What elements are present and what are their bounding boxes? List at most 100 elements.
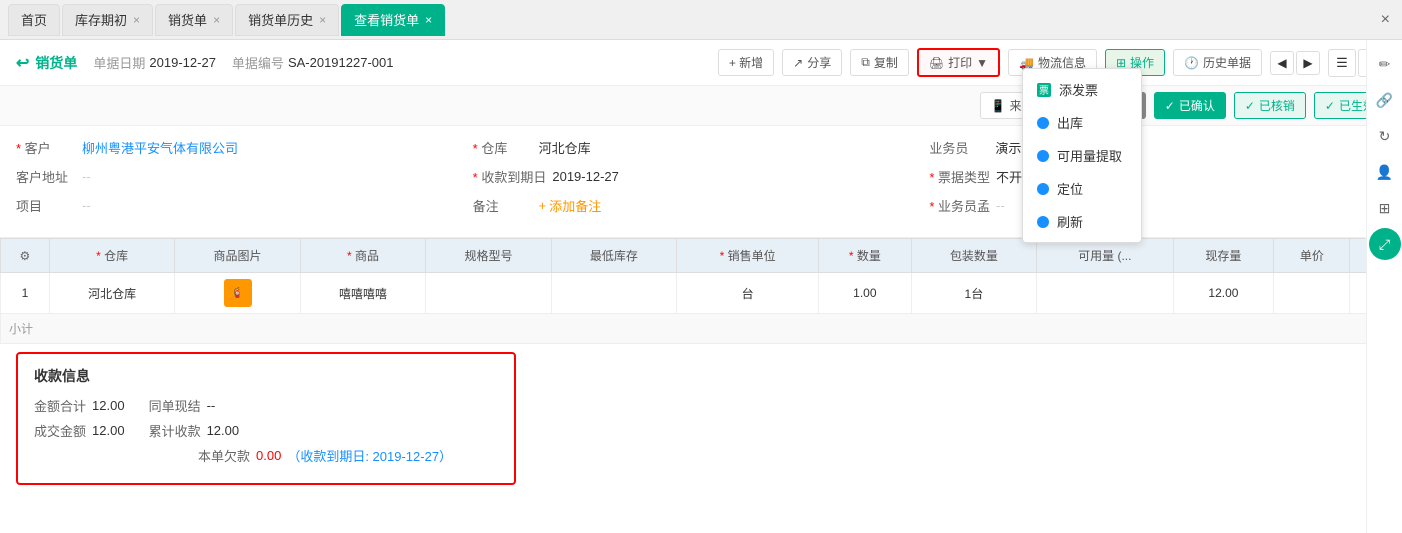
due-note: （收款到期日: 2019-12-27） xyxy=(287,446,452,465)
row-current-stock: 12.00 xyxy=(1173,273,1274,314)
share-button[interactable]: ↗ 分享 xyxy=(782,49,842,76)
sidebar-refresh-icon[interactable]: ↻ xyxy=(1369,120,1401,152)
refresh-icon xyxy=(1037,216,1049,228)
number-value: SA-20191227-001 xyxy=(288,55,394,70)
next-arrow[interactable]: ▶ xyxy=(1296,51,1320,75)
customer-field: 客户 柳州粤港平安气体有限公司 xyxy=(16,138,473,157)
out-warehouse-item[interactable]: 出库 xyxy=(1023,106,1141,139)
out-warehouse-label: 出库 xyxy=(1057,113,1083,132)
tab-history-close[interactable]: × xyxy=(319,13,326,27)
prev-arrow[interactable]: ◀ xyxy=(1270,51,1294,75)
refresh-item[interactable]: 刷新 xyxy=(1023,205,1141,238)
confirm-button[interactable]: ✓ 已确认 xyxy=(1154,92,1226,119)
warehouse-label: 仓库 xyxy=(473,138,533,157)
locate-item[interactable]: 定位 xyxy=(1023,172,1141,205)
tab-inventory-label: 库存期初 xyxy=(75,10,127,29)
row-quantity: 1.00 xyxy=(819,273,912,314)
transaction-item: 成交金额 12.00 xyxy=(34,421,125,440)
col-unit-price: 单价 xyxy=(1274,239,1350,273)
salesperson-label: 业务员孟 xyxy=(929,196,990,215)
row-available xyxy=(1037,273,1173,314)
same-order-item: 同单现结 -- xyxy=(149,396,216,415)
row-unit-price xyxy=(1274,273,1350,314)
row-product: 嘻嘻嘻嘻 xyxy=(300,273,425,314)
sidebar-table-icon[interactable]: ⊞ xyxy=(1369,192,1401,224)
print-dropdown-arrow: ▼ xyxy=(976,56,988,70)
col-settings[interactable]: ⚙ xyxy=(1,239,50,273)
product-image: 🧯 xyxy=(224,279,252,307)
transaction-label: 成交金额 xyxy=(34,421,86,440)
subtotal-row: 小计 xyxy=(1,314,1402,344)
payment-title: 收款信息 xyxy=(34,366,498,386)
project-label: 项目 xyxy=(16,196,76,215)
sidebar-link-icon[interactable]: 🔗 xyxy=(1369,84,1401,116)
col-current-stock: 现存量 xyxy=(1173,239,1274,273)
total-value: 12.00 xyxy=(92,398,125,413)
tab-history-label: 销货单历史 xyxy=(248,10,313,29)
col-product: * 商品 xyxy=(300,239,425,273)
close-window-button[interactable]: × xyxy=(1377,7,1394,33)
available-qty-item[interactable]: 可用量提取 xyxy=(1023,139,1141,172)
row-product-img: 🧯 xyxy=(175,273,300,314)
mobile-icon: 📱 xyxy=(991,99,1006,113)
new-button[interactable]: + 新增 xyxy=(718,49,774,76)
customer-value[interactable]: 柳州粤港平安气体有限公司 xyxy=(82,138,238,157)
doc-title-text: 销货单 xyxy=(35,53,77,73)
doc-number-meta: 单据编号 SA-20191227-001 xyxy=(232,53,394,72)
history-button[interactable]: 🕐 历史单据 xyxy=(1173,49,1262,76)
row-sales-unit: 台 xyxy=(677,273,819,314)
project-field: 项目 -- xyxy=(16,196,473,215)
ticket-label: 票据类型 xyxy=(929,167,990,186)
add-invoice-item[interactable]: 票 添发票 xyxy=(1023,73,1141,106)
operation-dropdown: 票 添发票 出库 可用量提取 定位 刷新 xyxy=(1022,68,1142,243)
due-date-value: 2019-12-27 xyxy=(552,169,619,184)
check-icon: ✓ xyxy=(1165,99,1175,113)
settings-icon[interactable]: ⚙ xyxy=(20,249,31,263)
row-warehouse: 河北仓库 xyxy=(49,273,174,314)
available-qty-label: 可用量提取 xyxy=(1057,146,1122,165)
tab-view-sales[interactable]: 查看销货单 × xyxy=(341,4,445,36)
note-label: 备注 xyxy=(473,196,533,215)
tab-inventory-init[interactable]: 库存期初 × xyxy=(62,4,153,36)
available-icon xyxy=(1037,150,1049,162)
tab-sales-close[interactable]: × xyxy=(213,13,220,27)
project-value: -- xyxy=(82,198,91,213)
warehouse-field: 仓库 河北仓库 xyxy=(473,138,930,157)
print-button[interactable]: 🖨 打印 ▼ xyxy=(917,48,1000,77)
copy-icon: ⧉ xyxy=(861,55,870,70)
tab-sales-order[interactable]: 销货单 × xyxy=(155,4,233,36)
form-row-2: 客户地址 -- 收款到期日 2019-12-27 票据类型 不开票 xyxy=(16,167,1386,186)
refresh-label: 刷新 xyxy=(1057,212,1083,231)
due-date-field: 收款到期日 2019-12-27 xyxy=(473,167,930,186)
operator-field: 业务员 演示账号 xyxy=(929,138,1386,157)
current-due-label: 本单欠款 xyxy=(198,446,250,465)
row-min-stock xyxy=(551,273,676,314)
note-field: 备注 + 添加备注 xyxy=(473,196,930,215)
tab-home-label: 首页 xyxy=(21,10,47,29)
add-note-button[interactable]: + 添加备注 xyxy=(539,196,602,215)
tab-view-close[interactable]: × xyxy=(425,13,432,27)
sidebar-edit-icon[interactable]: ✏ xyxy=(1369,48,1401,80)
table-row: 1 河北仓库 🧯 嘻嘻嘻嘻 台 1.00 1台 12.00 xyxy=(1,273,1402,314)
total-label: 金额合计 xyxy=(34,396,86,415)
sidebar-expand-icon[interactable]: ⤢ xyxy=(1369,228,1401,260)
print-icon: 🖨 xyxy=(929,56,944,70)
copy-button[interactable]: ⧉ 复制 xyxy=(850,49,909,76)
sidebar-user-icon[interactable]: 👤 xyxy=(1369,156,1401,188)
nav-arrows: ◀ ▶ xyxy=(1270,51,1320,75)
total-amount-item: 金额合计 12.00 xyxy=(34,396,125,415)
payment-row-1: 金额合计 12.00 同单现结 -- xyxy=(34,396,498,415)
doc-date-meta: 单据日期 2019-12-27 xyxy=(93,53,216,72)
form-section: 客户 柳州粤港平安气体有限公司 仓库 河北仓库 业务员 演示账号 客户地址 -- xyxy=(0,126,1402,238)
col-available: 可用量 (... xyxy=(1037,239,1173,273)
col-quantity: * 数量 xyxy=(819,239,912,273)
salesperson-value: -- xyxy=(996,198,1005,213)
list-view-button[interactable]: ☰ xyxy=(1328,49,1356,77)
tab-home[interactable]: 首页 xyxy=(8,4,60,36)
sold-out-button[interactable]: ✓ 已核销 xyxy=(1234,92,1306,119)
tab-sales-history[interactable]: 销货单历史 × xyxy=(235,4,339,36)
date-value: 2019-12-27 xyxy=(149,55,216,70)
form-row-1: 客户 柳州粤港平安气体有限公司 仓库 河北仓库 业务员 演示账号 xyxy=(16,138,1386,157)
effective-icon: ✓ xyxy=(1325,99,1335,113)
tab-inventory-close[interactable]: × xyxy=(133,13,140,27)
